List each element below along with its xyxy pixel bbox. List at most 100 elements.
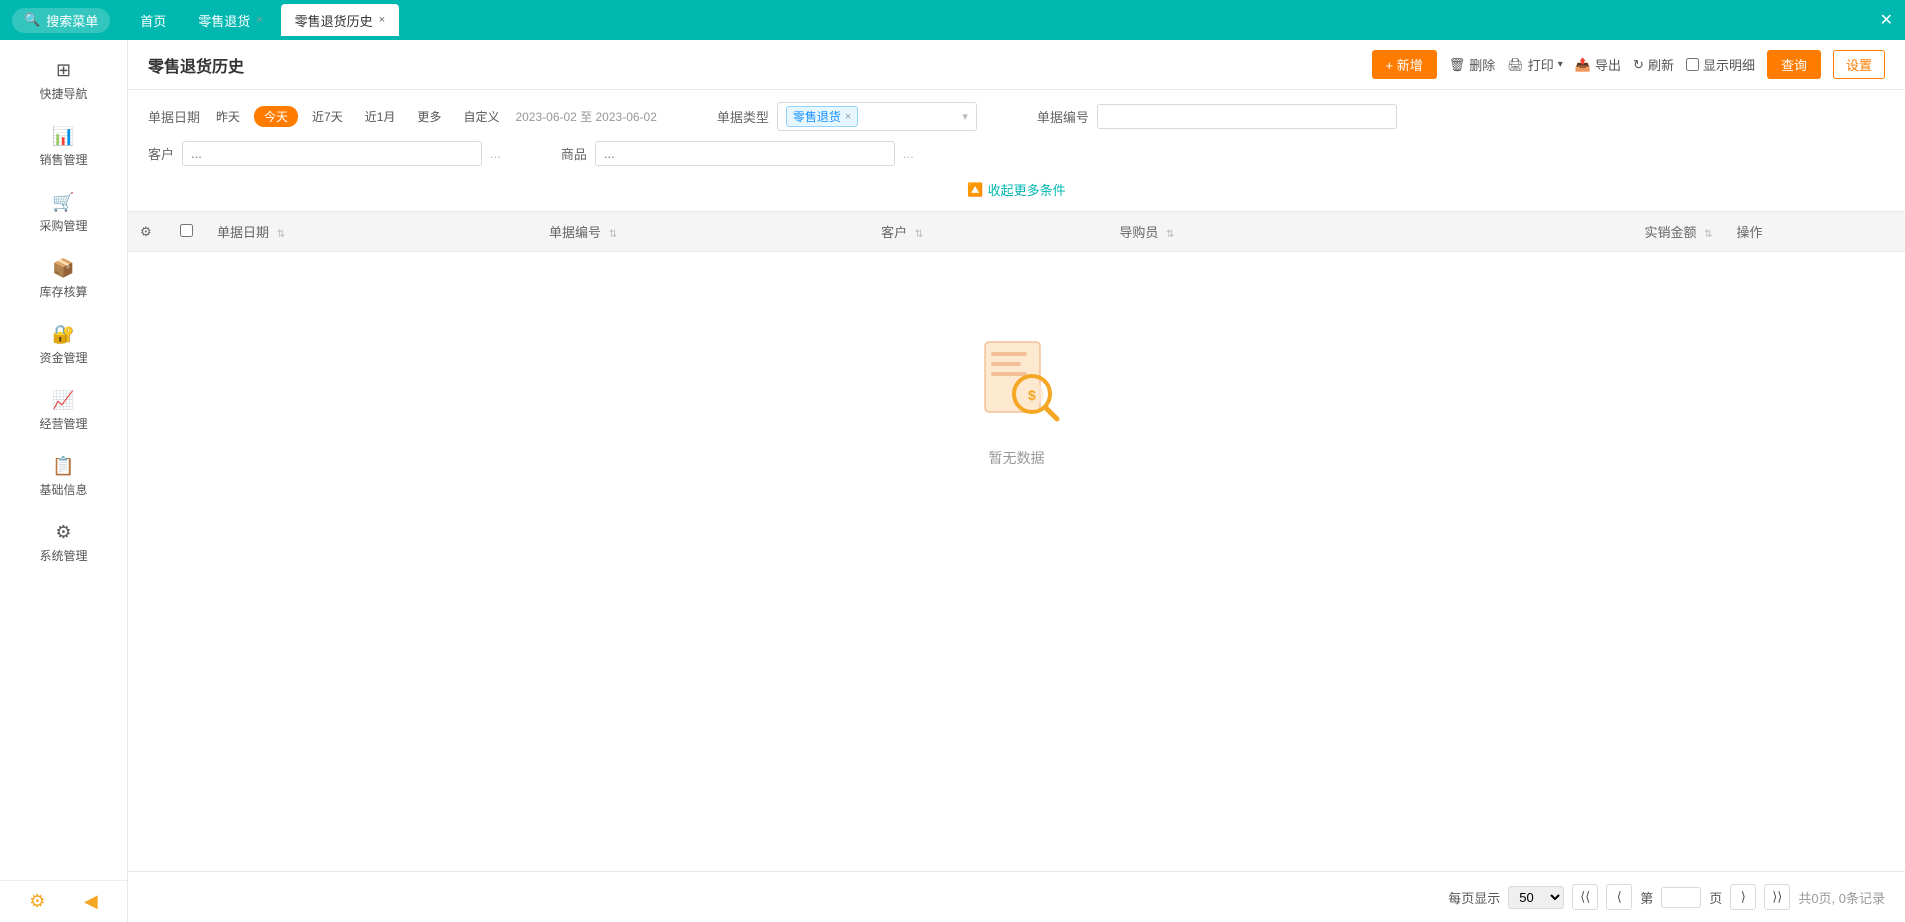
date-custom[interactable]: 自定义 xyxy=(455,106,507,127)
goods-ellipsis: ... xyxy=(903,146,914,161)
sidebar-item-finance[interactable]: 🔐 资金管理 xyxy=(0,312,127,378)
sidebar: ⊞ 快捷导航 📊 销售管理 🛒 采购管理 📦 库存核算 🔐 资金管理 📈 xyxy=(0,40,128,922)
search-menu-label: 搜索菜单 xyxy=(46,11,98,30)
print-icon: 🖨 xyxy=(1507,57,1524,73)
sidebar-collapse-icon[interactable]: ◀ xyxy=(84,891,98,912)
date-label: 单据日期 xyxy=(148,107,200,126)
col-customer-label: 客户 xyxy=(881,225,907,240)
sidebar-item-inventory[interactable]: 📦 库存核算 xyxy=(0,246,127,312)
col-date[interactable]: 单据日期 ⇅ xyxy=(205,212,537,252)
data-table: ⚙ 单据日期 ⇅ 单据编号 ⇅ 客户 ⇅ xyxy=(128,212,1905,548)
page-label-prefix: 第 xyxy=(1640,888,1653,907)
goods-input[interactable] xyxy=(595,141,895,166)
date-yesterday[interactable]: 昨天 xyxy=(208,106,248,127)
filter-area: 单据日期 昨天 今天 近7天 近1月 更多 自定义 2023-06-02 至 2… xyxy=(128,90,1905,212)
export-button[interactable]: 📤 导出 xyxy=(1575,55,1621,74)
col-guide-sort-icon: ⇅ xyxy=(1166,229,1174,240)
show-detail-label: 显示明细 xyxy=(1703,55,1755,74)
date-filter-group: 单据日期 昨天 今天 近7天 近1月 更多 自定义 2023-06-02 至 2… xyxy=(148,106,657,127)
print-button[interactable]: 🖨 打印 ▾ xyxy=(1507,55,1563,74)
purchase-icon: 🛒 xyxy=(52,192,74,213)
date-today[interactable]: 今天 xyxy=(254,106,298,127)
sidebar-item-operation[interactable]: 📈 经营管理 xyxy=(0,378,127,444)
query-button[interactable]: 查询 xyxy=(1767,50,1821,79)
sidebar-settings-icon[interactable]: ⚙ xyxy=(29,891,45,912)
col-number[interactable]: 单据编号 ⇅ xyxy=(537,212,869,252)
customer-filter-group: 客户 ... xyxy=(148,141,501,166)
tab-list: 首页 零售退货 × 零售退货历史 × xyxy=(126,4,1879,36)
col-checkbox[interactable] xyxy=(168,212,205,252)
delete-label: 删除 xyxy=(1469,55,1495,74)
pagination: 每页显示 10 20 50 100 ⟨⟨ ⟨ 第 1 页 ⟩ ⟩⟩ 共0页, 0… xyxy=(128,871,1905,922)
new-button[interactable]: + 新增 xyxy=(1372,50,1437,79)
table-area: ⚙ 单据日期 ⇅ 单据编号 ⇅ 客户 ⇅ xyxy=(128,212,1905,871)
empty-state-row: $ 暂无数据 xyxy=(128,252,1905,549)
svg-text:$: $ xyxy=(1028,387,1036,403)
last-page-button[interactable]: ⟩⟩ xyxy=(1764,884,1790,910)
sidebar-item-sales[interactable]: 📊 销售管理 xyxy=(0,114,127,180)
col-action-label: 操作 xyxy=(1737,225,1763,240)
col-amount-sort-icon: ⇅ xyxy=(1704,229,1712,240)
sidebar-item-quick-nav[interactable]: ⊞ 快捷导航 xyxy=(0,48,127,114)
page-number-input[interactable]: 1 xyxy=(1661,887,1701,908)
sidebar-item-purchase[interactable]: 🛒 采购管理 xyxy=(0,180,127,246)
tab-retail-return[interactable]: 零售退货 × xyxy=(184,4,276,36)
date-more[interactable]: 更多 xyxy=(409,106,449,127)
type-dropdown-icon: ▾ xyxy=(962,110,968,123)
col-customer[interactable]: 客户 ⇅ xyxy=(869,212,1107,252)
collapse-more-button[interactable]: 🔼 收起更多条件 xyxy=(967,180,1065,199)
refresh-icon: ↻ xyxy=(1633,57,1644,73)
col-date-sort-icon: ⇅ xyxy=(277,229,285,240)
setting-button[interactable]: 设置 xyxy=(1833,50,1885,79)
date-last1m[interactable]: 近1月 xyxy=(357,106,404,127)
sidebar-item-finance-label: 资金管理 xyxy=(39,349,87,366)
type-select[interactable]: 零售退货 × ▾ xyxy=(777,102,977,131)
delete-icon: 🗑 xyxy=(1449,57,1466,73)
type-filter-group: 单据类型 零售退货 × ▾ xyxy=(717,102,977,131)
sidebar-item-base-info[interactable]: 📋 基础信息 xyxy=(0,444,127,510)
content-area: 零售退货历史 + 新增 🗑 删除 🖨 打印 ▾ 📤 导出 ↻ xyxy=(128,40,1905,922)
tab-retail-return-history-close[interactable]: × xyxy=(379,14,385,26)
page-header: 零售退货历史 + 新增 🗑 删除 🖨 打印 ▾ 📤 导出 ↻ xyxy=(128,40,1905,90)
filter-row-1: 单据日期 昨天 今天 近7天 近1月 更多 自定义 2023-06-02 至 2… xyxy=(148,102,1885,131)
tab-retail-return-label: 零售退货 xyxy=(198,11,250,30)
sidebar-item-system[interactable]: ⚙ 系统管理 xyxy=(0,510,127,576)
col-settings[interactable]: ⚙ xyxy=(128,212,168,252)
sidebar-item-inventory-label: 库存核算 xyxy=(39,283,87,300)
empty-state-cell: $ 暂无数据 xyxy=(128,252,1905,549)
tab-retail-return-history-label: 零售退货历史 xyxy=(295,11,373,30)
show-detail-checkbox[interactable] xyxy=(1686,58,1699,71)
prev-page-button[interactable]: ⟨ xyxy=(1606,884,1632,910)
refresh-button[interactable]: ↻ 刷新 xyxy=(1633,55,1674,74)
page-size-label: 每页显示 xyxy=(1448,888,1500,907)
system-icon: ⚙ xyxy=(55,522,71,543)
first-page-button[interactable]: ⟨⟨ xyxy=(1572,884,1598,910)
tab-retail-return-close[interactable]: × xyxy=(256,14,262,26)
col-amount[interactable]: 实销金额 ⇅ xyxy=(1392,212,1724,252)
next-page-button[interactable]: ⟩ xyxy=(1730,884,1756,910)
number-label: 单据编号 xyxy=(1037,107,1089,126)
page-size-select[interactable]: 10 20 50 100 xyxy=(1508,886,1564,909)
window-close-button[interactable]: ✕ xyxy=(1880,10,1893,30)
filter-row-2: 客户 ... 商品 ... xyxy=(148,141,1885,166)
number-input[interactable] xyxy=(1097,104,1397,129)
total-info: 共0页, 0条记录 xyxy=(1798,888,1885,907)
col-date-label: 单据日期 xyxy=(217,225,269,240)
select-all-checkbox[interactable] xyxy=(180,224,193,237)
search-icon: 🔍 xyxy=(24,12,40,28)
sales-icon: 📊 xyxy=(52,126,74,147)
show-detail-toggle[interactable]: 显示明细 xyxy=(1686,55,1755,74)
tab-home[interactable]: 首页 xyxy=(126,4,180,36)
search-menu[interactable]: 🔍 搜索菜单 xyxy=(12,8,110,33)
delete-button[interactable]: 🗑 删除 xyxy=(1449,55,1496,74)
base-info-icon: 📋 xyxy=(52,456,74,477)
type-tag-close[interactable]: × xyxy=(845,111,851,123)
col-number-sort-icon: ⇅ xyxy=(609,229,617,240)
customer-input[interactable] xyxy=(182,141,482,166)
date-last7[interactable]: 近7天 xyxy=(304,106,351,127)
tab-retail-return-history[interactable]: 零售退货历史 × xyxy=(281,4,399,36)
header-actions: + 新增 🗑 删除 🖨 打印 ▾ 📤 导出 ↻ 刷新 xyxy=(1372,50,1885,89)
col-guide[interactable]: 导购员 ⇅ xyxy=(1107,212,1392,252)
empty-text: 暂无数据 xyxy=(989,448,1045,468)
customer-ellipsis: ... xyxy=(490,146,501,161)
